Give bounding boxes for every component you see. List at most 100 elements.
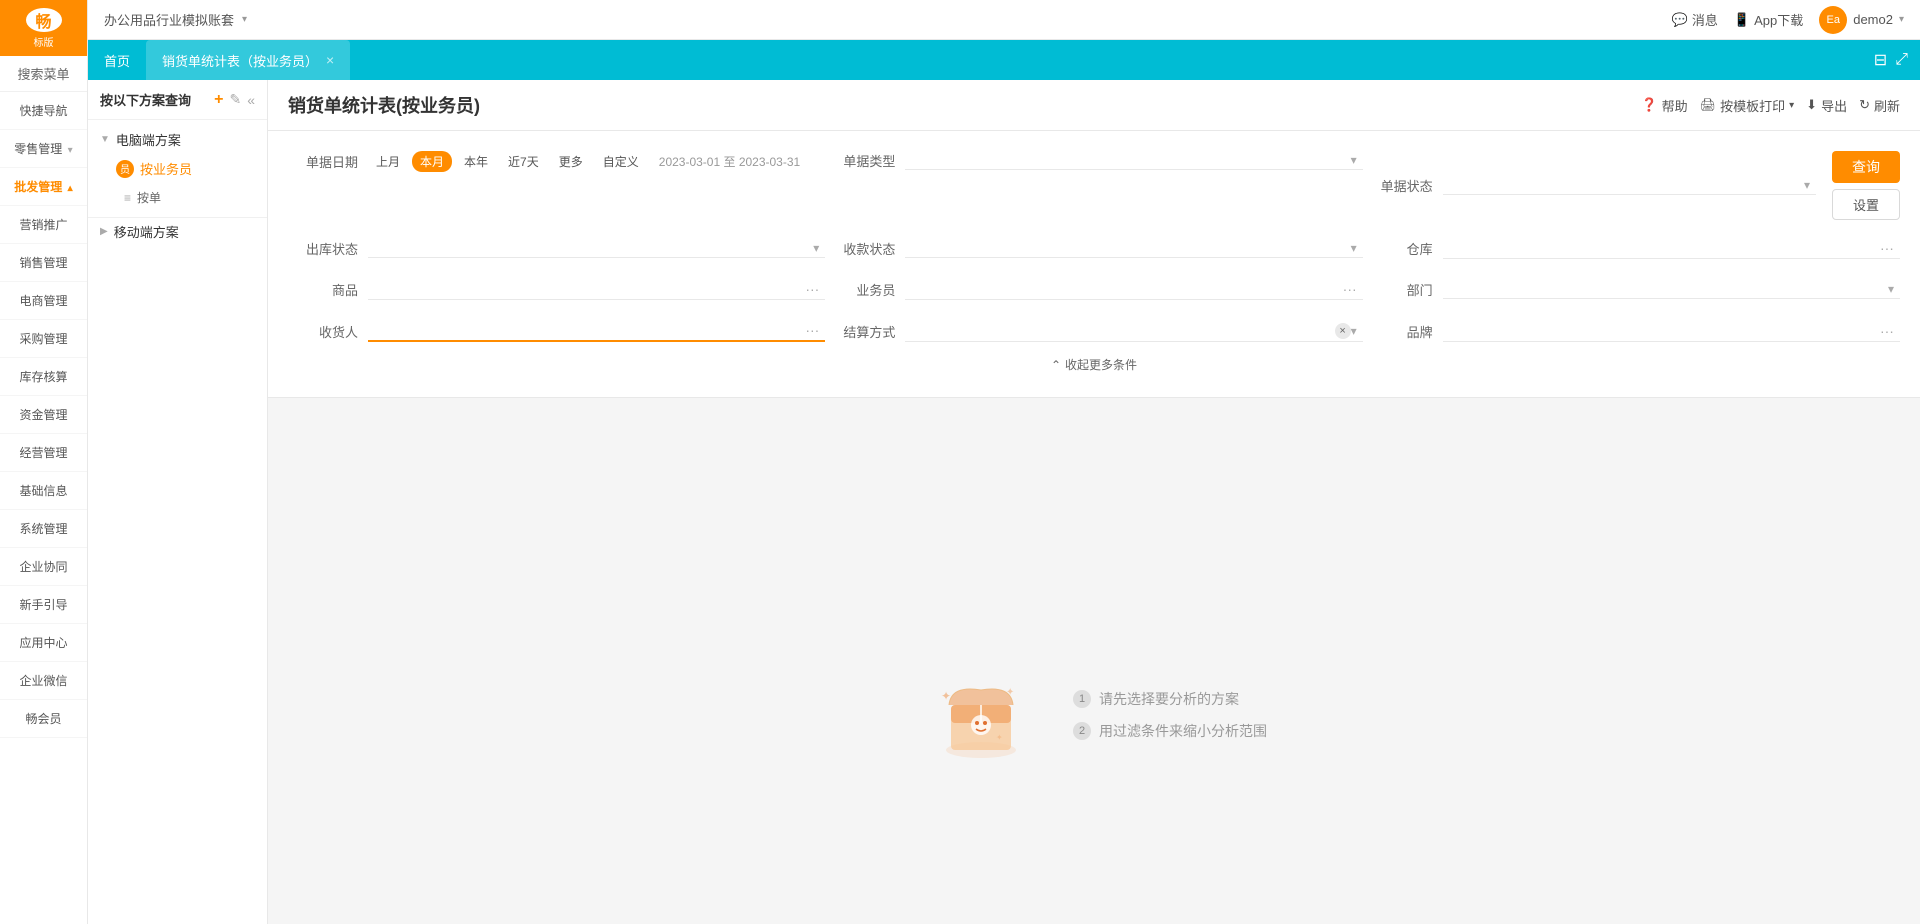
date-tabs: 上月 本月 本年 近7天 更多 自定义	[368, 151, 647, 172]
sidebar-item-enterprise-collab[interactable]: 企业协同	[0, 548, 87, 586]
filter-area: 单据日期 上月 本月 本年 近7天 更多 自定义 2023-03-01 至 20…	[268, 131, 1920, 398]
receipt-status-label: 收款状态	[825, 239, 905, 258]
salesman-field: ···	[905, 279, 1362, 300]
breadcrumb-dropdown-icon[interactable]: ▾	[242, 14, 247, 25]
sidebar-item-sales[interactable]: 销售管理	[0, 244, 87, 282]
help-icon: ❓	[1641, 97, 1657, 113]
goods-field: ···	[368, 279, 825, 300]
desktop-section-title[interactable]: ▼ 电脑端方案	[88, 126, 267, 153]
tip-num-2: 2	[1073, 722, 1091, 740]
sidebar-item-retail[interactable]: 零售管理 ▾	[0, 130, 87, 168]
collapse-icon: ⌃	[1051, 356, 1061, 373]
tab-close-button[interactable]: ×	[326, 52, 334, 68]
tab-home[interactable]: 首页	[88, 40, 146, 80]
sidebar-item-wholesale[interactable]: 批发管理 ▴	[0, 168, 87, 206]
sidebar-item-operations[interactable]: 经营管理	[0, 434, 87, 472]
sidebar-item-quick-nav[interactable]: 快捷导航	[0, 92, 87, 130]
warehouse-label: 仓库	[1363, 239, 1443, 258]
sidebar-item-ecommerce[interactable]: 电商管理	[0, 282, 87, 320]
settle-method-field: × ▾	[905, 321, 1362, 342]
mobile-section-title[interactable]: ▶ 移动端方案	[88, 218, 267, 245]
goods-dots-icon[interactable]: ···	[805, 281, 819, 297]
tab-minimize-icon[interactable]: ⊟	[1874, 50, 1887, 70]
refresh-button[interactable]: ↻ 刷新	[1859, 96, 1900, 115]
app-icon: 📱	[1734, 12, 1750, 28]
receipt-status-dropdown-icon[interactable]: ▾	[1351, 241, 1357, 255]
goods-filter-col: 商品 ···	[288, 273, 825, 306]
app-download-button[interactable]: 📱 App下载	[1734, 10, 1803, 29]
collapse-panel-button[interactable]: «	[247, 92, 255, 108]
tab-bar-actions: ⊟ ⤢	[1874, 50, 1920, 70]
collapse-filters-button[interactable]: ⌃ 收起更多条件	[288, 348, 1900, 381]
scheme-by-salesman[interactable]: 员 按业务员	[88, 153, 267, 184]
empty-state: ✦ ✦ ✦ 1 请先选择要分析的方案 2 用过滤条件来缩小分析范围	[921, 655, 1267, 775]
doc-status-filter-col: 单据状态 ▾ 查询 设置	[1363, 147, 1900, 224]
avatar: Ea	[1819, 6, 1847, 34]
help-button[interactable]: ❓ 帮助	[1641, 96, 1687, 115]
sidebar: 畅 标版 搜索菜单 快捷导航 零售管理 ▾ 批发管理 ▴ 营销推广 销售管理 电…	[0, 0, 88, 924]
sidebar-item-inventory[interactable]: 库存核算	[0, 358, 87, 396]
sidebar-item-basic-info[interactable]: 基础信息	[0, 472, 87, 510]
date-tab-custom[interactable]: 自定义	[595, 151, 647, 172]
doc-status-dropdown-icon[interactable]: ▾	[1804, 178, 1810, 192]
date-tab-7days[interactable]: 近7天	[500, 151, 547, 172]
brand-dots-icon[interactable]: ···	[1880, 323, 1894, 339]
sidebar-item-app-center[interactable]: 应用中心	[0, 624, 87, 662]
add-scheme-button[interactable]: +	[214, 91, 223, 109]
receiver-filter-col: 收货人 ···	[288, 314, 825, 348]
empty-state-illustration: ✦ ✦ ✦	[921, 655, 1041, 775]
export-button[interactable]: ⬇ 导出	[1806, 96, 1847, 115]
settings-button[interactable]: 设置	[1832, 189, 1900, 220]
date-tab-last-month[interactable]: 上月	[368, 151, 408, 172]
app-logo: 畅 标版	[0, 0, 87, 56]
tab-active[interactable]: 销货单统计表（按业务员） ×	[146, 40, 350, 80]
warehouse-field: ···	[1443, 238, 1900, 259]
salesman-dots-icon[interactable]: ···	[1343, 281, 1357, 297]
scheme-by-order[interactable]: ≡ 按单	[88, 184, 267, 211]
message-icon: 💬	[1672, 12, 1688, 28]
query-button[interactable]: 查询	[1832, 151, 1900, 183]
out-status-dropdown-icon[interactable]: ▾	[813, 241, 819, 255]
left-panel-title: 按以下方案查询	[100, 90, 191, 109]
page-header: 销货单统计表(按业务员) ❓ 帮助 🖨 按模板打印 ▾ ⬇ 导出	[268, 80, 1920, 131]
sidebar-item-purchase[interactable]: 采购管理	[0, 320, 87, 358]
date-filter-col: 单据日期 上月 本月 本年 近7天 更多 自定义 2023-03-01 至 20…	[288, 147, 825, 176]
sidebar-item-enterprise-wechat[interactable]: 企业微信	[0, 662, 87, 700]
goods-label: 商品	[288, 280, 368, 299]
date-tab-this-year[interactable]: 本年	[456, 151, 496, 172]
date-tab-more[interactable]: 更多	[551, 151, 591, 172]
print-icon: 🖨	[1700, 97, 1717, 113]
doc-type-label: 单据类型	[825, 151, 905, 170]
receiver-dots-icon[interactable]: ···	[805, 322, 819, 338]
doc-type-dropdown-icon[interactable]: ▾	[1351, 153, 1357, 167]
logo-icon: 畅	[26, 8, 62, 32]
sidebar-item-member[interactable]: 畅会员	[0, 700, 87, 738]
warehouse-dots-icon[interactable]: ···	[1880, 240, 1894, 256]
mobile-section: ▶ 移动端方案	[88, 217, 267, 245]
brand-label: 品牌	[1363, 322, 1443, 341]
user-menu[interactable]: Ea demo2 ▾	[1819, 6, 1904, 34]
page-container: 按以下方案查询 + ✎ « ▼ 电脑端方案 员 按业务员 ≡ 按单	[88, 80, 1920, 924]
mobile-arrow-icon: ▶	[100, 226, 108, 237]
sidebar-item-marketing[interactable]: 营销推广	[0, 206, 87, 244]
tab-expand-icon[interactable]: ⤢	[1895, 51, 1908, 69]
export-icon: ⬇	[1806, 97, 1817, 113]
sidebar-search-item[interactable]: 搜索菜单	[0, 56, 87, 92]
empty-state-area: ✦ ✦ ✦ 1 请先选择要分析的方案 2 用过滤条件来缩小分析范围	[268, 398, 1920, 924]
sidebar-item-finance[interactable]: 资金管理	[0, 396, 87, 434]
settle-method-clear-button[interactable]: ×	[1335, 323, 1351, 339]
out-status-filter-col: 出库状态 ▾	[288, 233, 825, 264]
edit-scheme-button[interactable]: ✎	[229, 91, 241, 108]
dept-dropdown-icon[interactable]: ▾	[1888, 282, 1894, 296]
dept-filter-col: 部门 ▾	[1363, 274, 1900, 305]
receipt-status-filter-col: 收款状态 ▾	[825, 233, 1362, 264]
empty-tip-1: 1 请先选择要分析的方案	[1073, 689, 1267, 709]
template-print-button[interactable]: 🖨 按模板打印 ▾	[1700, 96, 1795, 115]
sidebar-item-beginner[interactable]: 新手引导	[0, 586, 87, 624]
svg-text:✦: ✦	[941, 689, 951, 703]
message-button[interactable]: 💬 消息	[1672, 10, 1718, 29]
date-tab-this-month[interactable]: 本月	[412, 151, 452, 172]
sidebar-item-system[interactable]: 系统管理	[0, 510, 87, 548]
settle-method-dropdown-icon[interactable]: ▾	[1351, 324, 1357, 338]
top-header: 办公用品行业模拟账套 ▾ 💬 消息 📱 App下载 Ea demo2 ▾	[88, 0, 1920, 40]
